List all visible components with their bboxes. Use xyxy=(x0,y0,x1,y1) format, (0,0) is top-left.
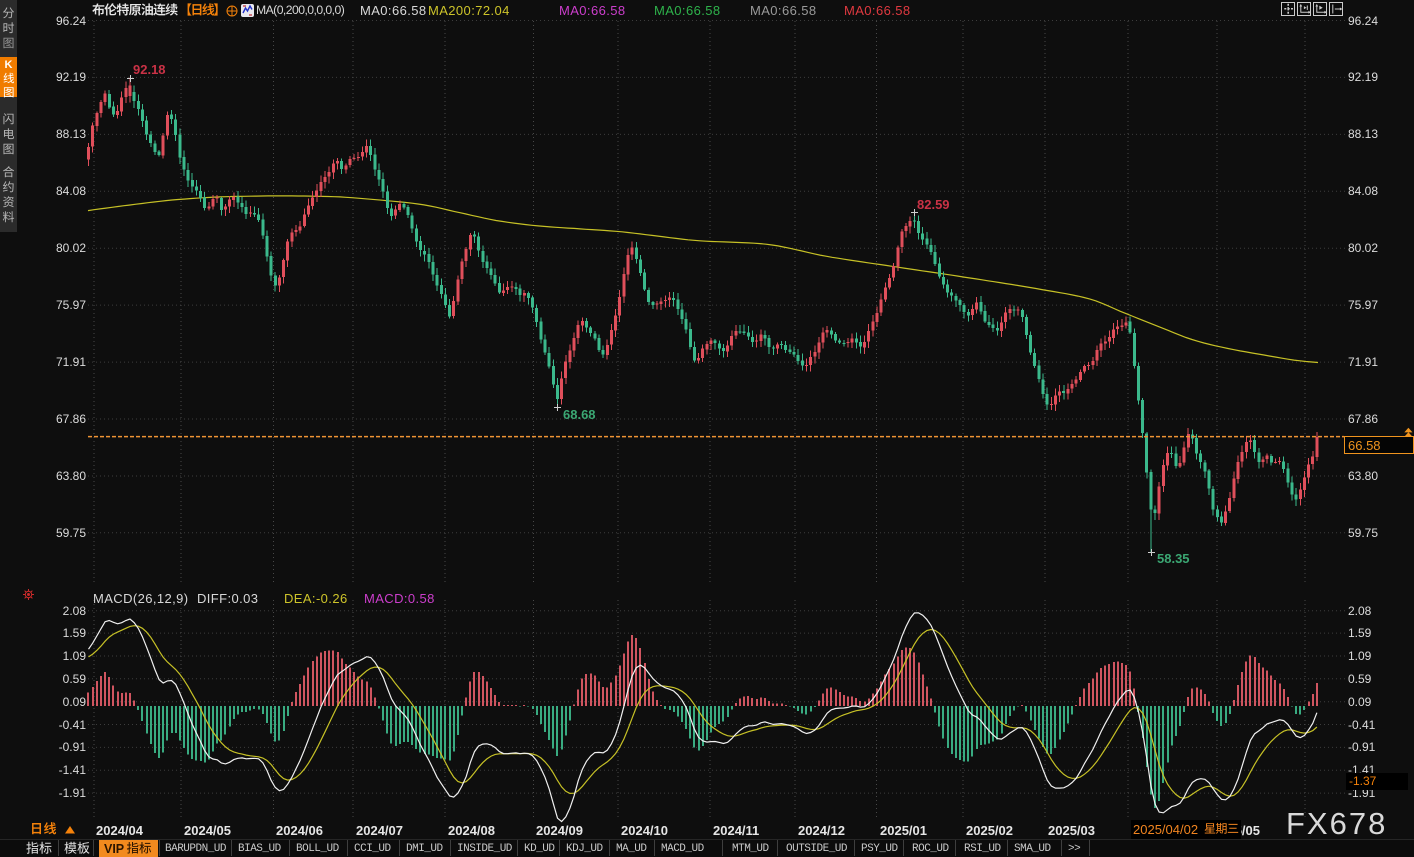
svg-text:VIP: VIP xyxy=(104,842,124,856)
svg-text:2025/04/02: 2025/04/02 xyxy=(1133,822,1198,837)
